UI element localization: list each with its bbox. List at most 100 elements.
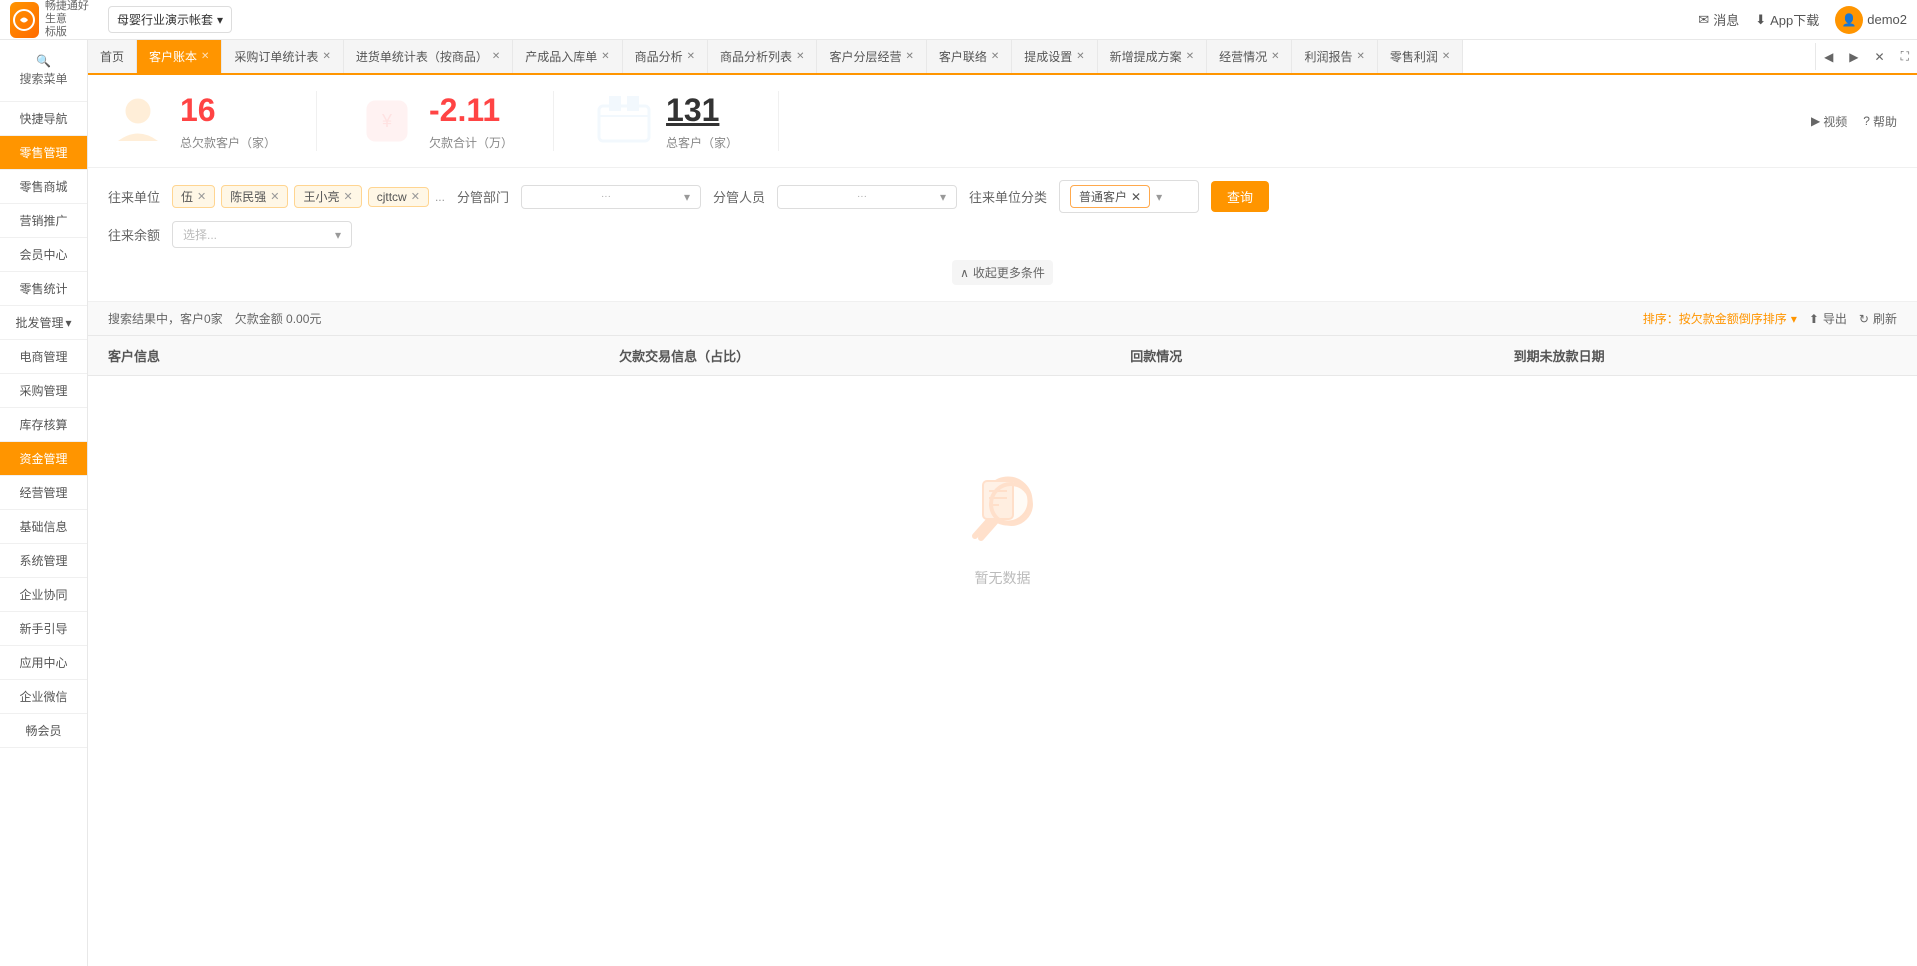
sidebar-item-new-guide[interactable]: 新手引导 [0, 612, 87, 646]
total-debt-customers-label: 总欠款客户（家） [180, 134, 276, 151]
balance-dropdown-icon: ▾ [335, 228, 341, 242]
download-icon: ⬇ [1755, 12, 1766, 28]
message-btn[interactable]: ✉ 消息 [1698, 10, 1739, 29]
sidebar-item-inventory[interactable]: 库存核算 [0, 408, 87, 442]
tab-customer-book[interactable]: 客户账本 ✕ [137, 40, 222, 73]
export-label: 导出 [1823, 310, 1847, 327]
tab-customer-contact-close[interactable]: ✕ [991, 51, 999, 62]
tab-retail-profit[interactable]: 零售利润 ✕ [1378, 40, 1463, 73]
tag-cjttcw-close[interactable]: ✕ [411, 190, 420, 203]
sidebar-item-retail-stats[interactable]: 零售统计 [0, 272, 87, 306]
inventory-label: 库存核算 [19, 418, 67, 432]
store-selector[interactable]: 母婴行业演示帐套 ▾ [108, 6, 232, 33]
finance-label: 资金管理 [19, 452, 67, 466]
tab-instock-stats-close[interactable]: ✕ [492, 51, 500, 62]
stat-total-customers-values: 131 总客户（家） [666, 91, 738, 150]
tab-product-analysis-list[interactable]: 商品分析列表 ✕ [708, 40, 817, 73]
dept-more-icon: ··· [601, 191, 611, 202]
sidebar-item-ecommerce[interactable]: 电商管理 [0, 340, 87, 374]
tag-wu-close[interactable]: ✕ [197, 190, 206, 203]
sidebar-item-quick-nav[interactable]: 快捷导航 [0, 102, 87, 136]
unit-class-tag-close[interactable]: ✕ [1131, 190, 1141, 204]
tab-ops-status[interactable]: 经营情况 ✕ [1207, 40, 1292, 73]
tab-instock-stats[interactable]: 进货单统计表（按商品） ✕ [344, 40, 513, 73]
balance-select[interactable]: 选择... ▾ [172, 221, 352, 248]
tab-product-analysis-close[interactable]: ✕ [687, 51, 695, 62]
unit-class-select[interactable]: 普通客户 ✕ ▾ [1059, 180, 1199, 213]
tab-new-prompt-plan-close[interactable]: ✕ [1186, 51, 1194, 62]
tab-customer-book-close[interactable]: ✕ [201, 51, 209, 62]
sidebar-item-wholesale-mgmt[interactable]: 批发管理 ▾ [0, 306, 87, 340]
tabs-prev-btn[interactable]: ◀ [1816, 44, 1841, 70]
help-btn[interactable]: ? 帮助 [1863, 113, 1897, 130]
dept-select[interactable]: ··· ▾ [521, 185, 701, 209]
tab-product-analysis-list-close[interactable]: ✕ [796, 51, 804, 62]
sidebar-item-finance[interactable]: 资金管理 [0, 442, 87, 476]
export-btn[interactable]: ⬆ 导出 [1809, 310, 1847, 327]
tab-customer-contact[interactable]: 客户联络 ✕ [927, 40, 1012, 73]
video-btn[interactable]: ▶ 视频 [1811, 113, 1847, 130]
stat-debt-customers-icon [108, 91, 168, 151]
tab-prompt-settings-close[interactable]: ✕ [1076, 51, 1084, 62]
person-label: 分管人员 [713, 187, 765, 206]
dept-dropdown-icon: ▾ [684, 190, 690, 204]
tab-ops-status-close[interactable]: ✕ [1271, 51, 1279, 62]
tag-chenminqiang: 陈民强 ✕ [221, 185, 288, 208]
sidebar-item-enterprise-wx[interactable]: 企业微信 [0, 680, 87, 714]
wholesale-mgmt-label: 批发管理 [15, 314, 63, 331]
tab-purchase-order-stats[interactable]: 采购订单统计表 ✕ [222, 40, 343, 73]
sidebar-item-member-center[interactable]: 会员中心 [0, 238, 87, 272]
tag-chenminqiang-close[interactable]: ✕ [270, 190, 279, 203]
sidebar-item-purchase[interactable]: 采购管理 [0, 374, 87, 408]
sidebar-item-vip[interactable]: 畅会员 [0, 714, 87, 748]
sidebar-item-retail-mall[interactable]: 零售商城 [0, 170, 87, 204]
empty-text: 暂无数据 [975, 568, 1031, 588]
tab-customer-segment[interactable]: 客户分层经营 ✕ [817, 40, 926, 73]
tab-product-instock[interactable]: 产成品入库单 ✕ [513, 40, 622, 73]
sidebar-item-ops[interactable]: 经营管理 [0, 476, 87, 510]
tab-profit-report-close[interactable]: ✕ [1357, 51, 1365, 62]
stat-total-customers-icon [594, 91, 654, 151]
collapse-btn[interactable]: ∧ 收起更多条件 [952, 260, 1053, 285]
tabs-maximize-btn[interactable]: ⛶ [1893, 43, 1917, 70]
filter-row-2: 往来余额 选择... ▾ [108, 221, 1897, 248]
tab-customer-book-label: 客户账本 [149, 48, 197, 65]
sidebar-item-enterprise[interactable]: 企业协同 [0, 578, 87, 612]
tag-wangxiaoliang-close[interactable]: ✕ [344, 190, 353, 203]
person-select[interactable]: ··· ▾ [777, 185, 957, 209]
tabs-next-btn[interactable]: ▶ [1841, 44, 1866, 70]
tag-wu-label: 伍 [181, 188, 193, 205]
vip-label: 畅会员 [25, 724, 61, 738]
more-tags-btn[interactable]: ... [435, 190, 445, 204]
query-button[interactable]: 查询 [1211, 181, 1269, 212]
tabs-nav-buttons: ◀ ▶ ✕ ⛶ [1815, 43, 1917, 70]
refresh-btn[interactable]: ↻ 刷新 [1859, 310, 1897, 327]
logo-icon [10, 2, 39, 38]
sidebar-item-app-center[interactable]: 应用中心 [0, 646, 87, 680]
tab-profit-report[interactable]: 利润报告 ✕ [1292, 40, 1377, 73]
tab-new-prompt-plan[interactable]: 新增提成方案 ✕ [1098, 40, 1207, 73]
tab-product-analysis[interactable]: 商品分析 ✕ [623, 40, 708, 73]
balance-placeholder: 选择... [183, 226, 217, 243]
tabs-close-all-btn[interactable]: ✕ [1867, 44, 1893, 70]
store-name: 母婴行业演示帐套 [117, 11, 213, 28]
stats-row: 16 总欠款客户（家） ¥ -2.11 欠款合计（万） [88, 75, 1917, 168]
tab-retail-profit-close[interactable]: ✕ [1442, 51, 1450, 62]
user-avatar-btn[interactable]: 👤 demo2 [1835, 6, 1907, 34]
search-menu-btn[interactable]: 🔍 搜索菜单 [8, 48, 79, 93]
sidebar-item-retail-mgmt[interactable]: 零售管理 [0, 136, 87, 170]
tab-prompt-settings-label: 提成设置 [1024, 48, 1072, 65]
sidebar-item-sys-mgmt[interactable]: 系统管理 [0, 544, 87, 578]
tab-prompt-settings[interactable]: 提成设置 ✕ [1012, 40, 1097, 73]
stat-total-debt-customers: 16 总欠款客户（家） [108, 91, 317, 151]
tab-customer-segment-close[interactable]: ✕ [905, 51, 913, 62]
tab-purchase-order-stats-close[interactable]: ✕ [322, 51, 330, 62]
sort-select[interactable]: 排序：按欠款金额倒序排序 ▾ [1643, 310, 1797, 327]
tab-home[interactable]: 首页 [88, 40, 137, 73]
new-guide-label: 新手引导 [19, 622, 67, 636]
tab-product-instock-close[interactable]: ✕ [601, 51, 609, 62]
app-download-btn[interactable]: ⬇ App下载 [1755, 10, 1819, 29]
top-bar: 畅捷通好生意 标版 母婴行业演示帐套 ▾ ✉ 消息 ⬇ App下载 👤 demo… [0, 0, 1917, 40]
sidebar-item-basic-info[interactable]: 基础信息 [0, 510, 87, 544]
sidebar-item-marketing[interactable]: 营销推广 [0, 204, 87, 238]
